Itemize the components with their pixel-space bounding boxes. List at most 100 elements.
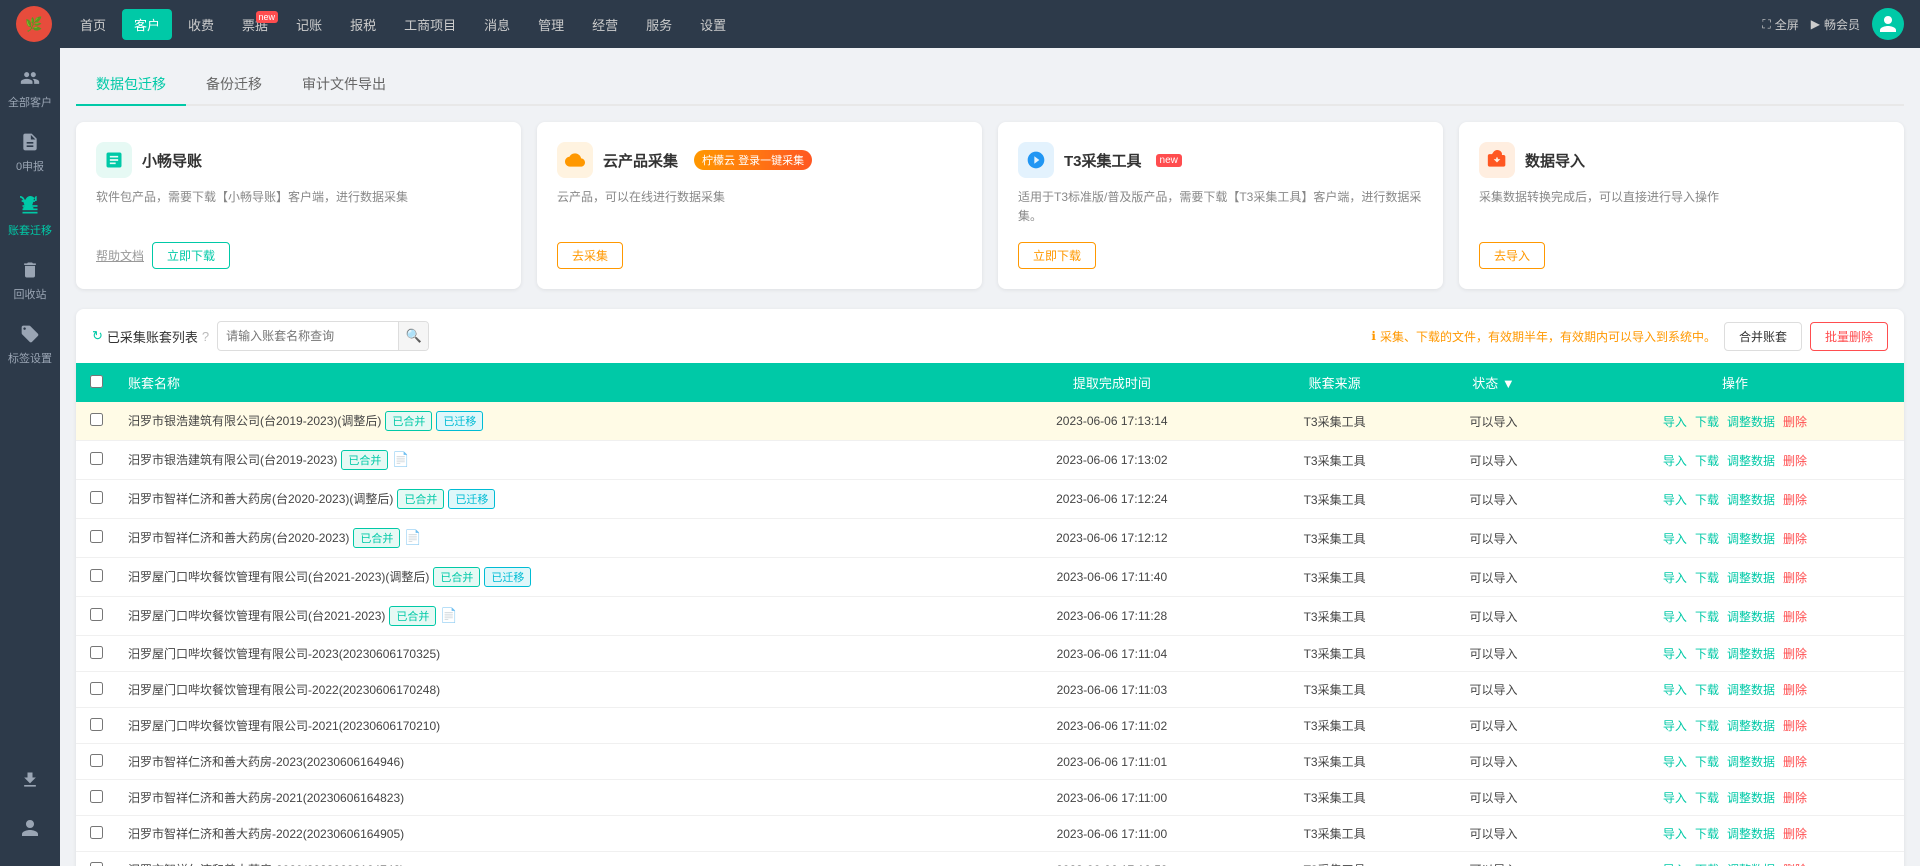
row-action-导入[interactable]: 导入 xyxy=(1663,452,1687,469)
member-button[interactable]: ▶ 畅会员 xyxy=(1811,16,1860,33)
row-action-删除[interactable]: 删除 xyxy=(1783,789,1807,806)
row-action-导入[interactable]: 导入 xyxy=(1663,825,1687,842)
row-action-调整数据[interactable]: 调整数据 xyxy=(1727,413,1775,430)
tab-data-migration[interactable]: 数据包迁移 xyxy=(76,64,186,106)
row-checkbox[interactable] xyxy=(90,569,103,582)
row-action-导入[interactable]: 导入 xyxy=(1663,491,1687,508)
row-checkbox[interactable] xyxy=(90,530,103,543)
row-checkbox[interactable] xyxy=(90,754,103,767)
merge-accounts-btn[interactable]: 合并账套 xyxy=(1724,322,1802,351)
row-action-调整数据[interactable]: 调整数据 xyxy=(1727,717,1775,734)
row-action-下载[interactable]: 下载 xyxy=(1695,681,1719,698)
row-action-导入[interactable]: 导入 xyxy=(1663,789,1687,806)
row-action-下载[interactable]: 下载 xyxy=(1695,717,1719,734)
row-action-导入[interactable]: 导入 xyxy=(1663,753,1687,770)
row-checkbox[interactable] xyxy=(90,491,103,504)
search-button[interactable]: 🔍 xyxy=(398,321,428,351)
row-action-导入[interactable]: 导入 xyxy=(1663,608,1687,625)
nav-tax[interactable]: 报税 xyxy=(338,9,388,40)
fullscreen-button[interactable]: ⛶ 全屏 xyxy=(1762,16,1798,33)
download-now-btn-3[interactable]: 立即下载 xyxy=(1018,242,1096,269)
row-action-下载[interactable]: 下载 xyxy=(1695,569,1719,586)
row-checkbox[interactable] xyxy=(90,452,103,465)
row-action-下载[interactable]: 下载 xyxy=(1695,789,1719,806)
row-action-导入[interactable]: 导入 xyxy=(1663,861,1687,866)
nav-customer[interactable]: 客户 xyxy=(122,9,172,40)
row-action-导入[interactable]: 导入 xyxy=(1663,717,1687,734)
nav-bookkeeping[interactable]: 记账 xyxy=(284,9,334,40)
row-action-下载[interactable]: 下载 xyxy=(1695,645,1719,662)
nav-manage[interactable]: 管理 xyxy=(526,9,576,40)
help-icon[interactable]: ? xyxy=(202,329,209,344)
download-now-btn-1[interactable]: 立即下载 xyxy=(152,242,230,269)
row-action-下载[interactable]: 下载 xyxy=(1695,530,1719,547)
file-icon[interactable]: 📄 xyxy=(440,607,457,623)
tab-backup-migration[interactable]: 备份迁移 xyxy=(186,64,282,106)
sidebar-item-account-migration[interactable]: 账套迁移 xyxy=(0,184,60,248)
row-action-导入[interactable]: 导入 xyxy=(1663,681,1687,698)
batch-delete-btn[interactable]: 批量删除 xyxy=(1810,322,1888,351)
sidebar-item-tag-settings[interactable]: 标签设置 xyxy=(0,312,60,376)
row-action-调整数据[interactable]: 调整数据 xyxy=(1727,681,1775,698)
row-action-调整数据[interactable]: 调整数据 xyxy=(1727,569,1775,586)
go-import-btn[interactable]: 去导入 xyxy=(1479,242,1545,269)
file-icon[interactable]: 📄 xyxy=(404,529,421,545)
file-icon[interactable]: 📄 xyxy=(392,451,409,467)
nav-operation[interactable]: 经营 xyxy=(580,9,630,40)
row-action-调整数据[interactable]: 调整数据 xyxy=(1727,825,1775,842)
go-collect-btn[interactable]: 去采集 xyxy=(557,242,623,269)
nav-service[interactable]: 服务 xyxy=(634,9,684,40)
sidebar-item-user[interactable] xyxy=(18,806,42,850)
row-checkbox[interactable] xyxy=(90,826,103,839)
help-doc-link[interactable]: 帮助文档 xyxy=(96,247,144,264)
row-action-调整数据[interactable]: 调整数据 xyxy=(1727,789,1775,806)
row-checkbox[interactable] xyxy=(90,608,103,621)
row-action-下载[interactable]: 下载 xyxy=(1695,825,1719,842)
row-action-下载[interactable]: 下载 xyxy=(1695,413,1719,430)
row-action-调整数据[interactable]: 调整数据 xyxy=(1727,608,1775,625)
row-action-删除[interactable]: 删除 xyxy=(1783,681,1807,698)
row-action-导入[interactable]: 导入 xyxy=(1663,569,1687,586)
row-action-调整数据[interactable]: 调整数据 xyxy=(1727,530,1775,547)
nav-business[interactable]: 工商项目 xyxy=(392,9,468,40)
nav-message[interactable]: 消息 xyxy=(472,9,522,40)
sidebar-item-zero-report[interactable]: 0申报 xyxy=(0,120,60,184)
row-action-下载[interactable]: 下载 xyxy=(1695,861,1719,866)
select-all-checkbox[interactable] xyxy=(90,375,103,388)
row-action-删除[interactable]: 删除 xyxy=(1783,569,1807,586)
row-action-导入[interactable]: 导入 xyxy=(1663,645,1687,662)
row-action-删除[interactable]: 删除 xyxy=(1783,825,1807,842)
row-action-删除[interactable]: 删除 xyxy=(1783,753,1807,770)
user-avatar[interactable] xyxy=(1872,8,1904,40)
row-action-下载[interactable]: 下载 xyxy=(1695,491,1719,508)
row-checkbox[interactable] xyxy=(90,682,103,695)
sidebar-item-download[interactable] xyxy=(18,758,42,802)
row-checkbox[interactable] xyxy=(90,718,103,731)
row-action-调整数据[interactable]: 调整数据 xyxy=(1727,861,1775,866)
row-action-导入[interactable]: 导入 xyxy=(1663,413,1687,430)
sidebar-item-recycle[interactable]: 回收站 xyxy=(0,248,60,312)
nav-home[interactable]: 首页 xyxy=(68,9,118,40)
row-action-下载[interactable]: 下载 xyxy=(1695,753,1719,770)
row-action-删除[interactable]: 删除 xyxy=(1783,413,1807,430)
row-action-删除[interactable]: 删除 xyxy=(1783,645,1807,662)
row-action-调整数据[interactable]: 调整数据 xyxy=(1727,491,1775,508)
row-action-删除[interactable]: 删除 xyxy=(1783,717,1807,734)
select-all-header[interactable] xyxy=(76,363,116,402)
row-action-删除[interactable]: 删除 xyxy=(1783,608,1807,625)
nav-settings[interactable]: 设置 xyxy=(688,9,738,40)
row-action-调整数据[interactable]: 调整数据 xyxy=(1727,753,1775,770)
row-action-删除[interactable]: 删除 xyxy=(1783,452,1807,469)
search-input[interactable] xyxy=(218,329,398,343)
row-action-导入[interactable]: 导入 xyxy=(1663,530,1687,547)
row-checkbox[interactable] xyxy=(90,413,103,426)
tab-audit-export[interactable]: 审计文件导出 xyxy=(282,64,406,106)
row-action-删除[interactable]: 删除 xyxy=(1783,530,1807,547)
row-action-删除[interactable]: 删除 xyxy=(1783,491,1807,508)
refresh-icon[interactable]: ↻ xyxy=(92,328,103,344)
row-checkbox[interactable] xyxy=(90,790,103,803)
row-action-下载[interactable]: 下载 xyxy=(1695,452,1719,469)
nav-invoice[interactable]: 票据 new xyxy=(230,9,280,40)
row-action-调整数据[interactable]: 调整数据 xyxy=(1727,645,1775,662)
row-action-调整数据[interactable]: 调整数据 xyxy=(1727,452,1775,469)
